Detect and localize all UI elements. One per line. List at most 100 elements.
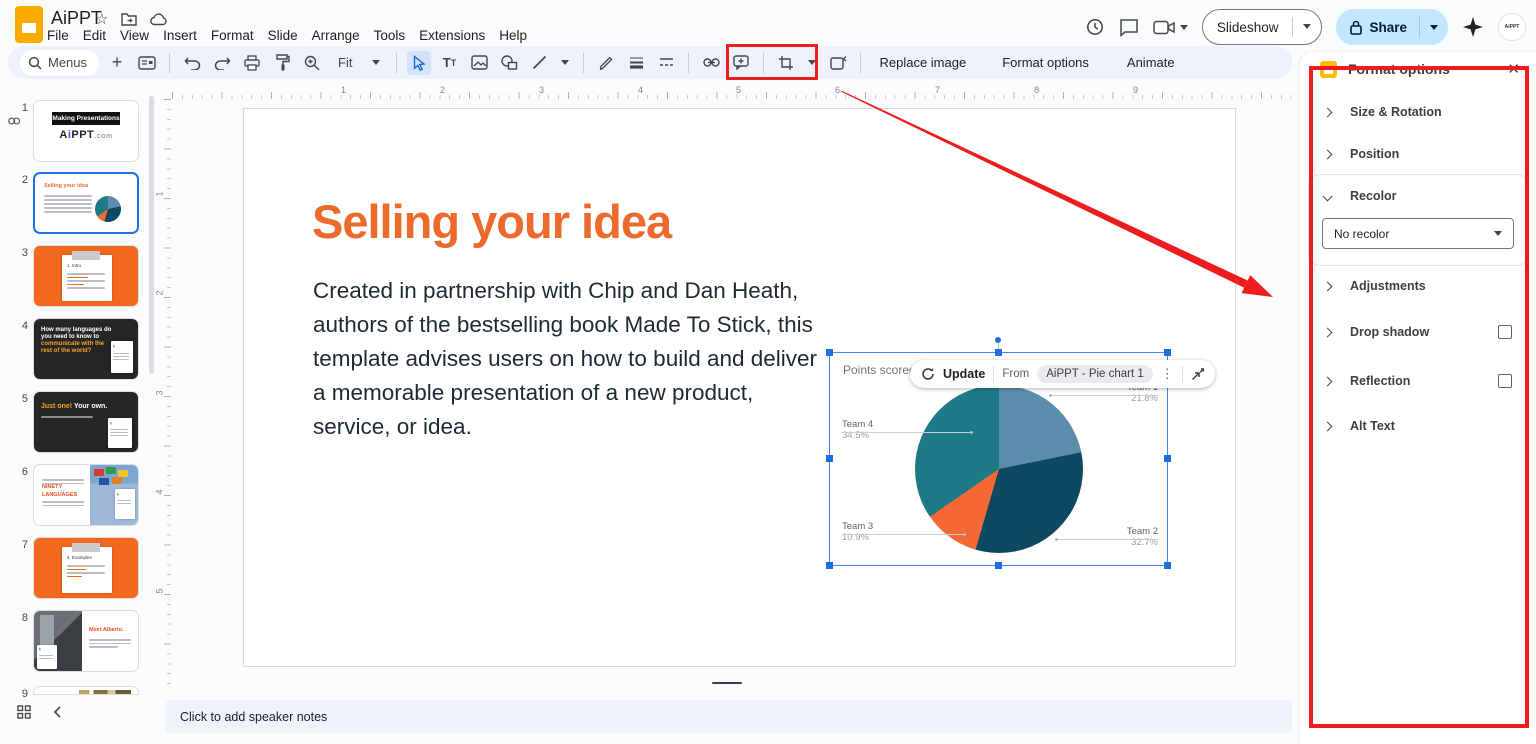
filmstrip-scrollbar[interactable]: [149, 96, 154, 374]
slide-thumbnail-2-selected[interactable]: Selling your idea: [33, 172, 139, 234]
slide-thumbnail-9[interactable]: [33, 686, 139, 695]
panel-section-recolor[interactable]: Recolor: [1300, 176, 1536, 216]
pie-label-team2: Team 2 32.7%: [1126, 526, 1158, 548]
border-weight-button[interactable]: [624, 51, 648, 75]
animate-button[interactable]: Animate: [1119, 51, 1183, 74]
insert-line-button[interactable]: [527, 51, 551, 75]
resize-handle-sw[interactable]: [826, 562, 833, 569]
resize-handle-nw[interactable]: [826, 349, 833, 356]
meet-caret-icon[interactable]: [1179, 24, 1188, 30]
panel-section-drop-shadow[interactable]: Drop shadow: [1300, 312, 1536, 352]
panel-section-reflection[interactable]: Reflection: [1300, 361, 1536, 401]
resize-handle-se[interactable]: [1164, 562, 1171, 569]
panel-close-icon[interactable]: ✕: [1507, 60, 1520, 78]
menus-search-button[interactable]: Menus: [20, 49, 100, 76]
insert-shape-button[interactable]: [497, 51, 521, 75]
menu-view[interactable]: View: [113, 25, 156, 46]
crop-image-button[interactable]: [774, 51, 798, 75]
paint-format-button[interactable]: [270, 51, 294, 75]
select-tool-button[interactable]: [407, 50, 432, 75]
slide-thumbnail-4[interactable]: How many languages do you need to know t…: [33, 318, 139, 380]
insert-link-button[interactable]: [699, 51, 723, 75]
replace-image-button[interactable]: Replace image: [871, 51, 974, 74]
gemini-sparkle-icon[interactable]: [1462, 16, 1484, 38]
mask-image-caret-icon[interactable]: [808, 60, 817, 65]
menu-file[interactable]: File: [40, 25, 76, 46]
drop-shadow-checkbox[interactable]: [1498, 325, 1512, 339]
notes-resize-handle[interactable]: [712, 682, 742, 684]
resize-handle-n[interactable]: [995, 349, 1002, 356]
undo-button[interactable]: [180, 51, 204, 75]
version-history-icon[interactable]: [1085, 17, 1105, 37]
menu-edit[interactable]: Edit: [76, 25, 113, 46]
embedded-pie-chart[interactable]: Points scored Team 1 21.8% Team 2 32.7% …: [826, 337, 1215, 569]
format-options-button[interactable]: Format options: [994, 51, 1097, 74]
new-slide-button[interactable]: +: [105, 51, 129, 75]
slides-logo[interactable]: [15, 6, 43, 43]
chart-update-button[interactable]: Update: [943, 367, 985, 381]
slide-title-text[interactable]: Selling your idea: [312, 194, 672, 249]
speaker-notes-input[interactable]: Click to add speaker notes: [166, 700, 1292, 733]
menu-slide[interactable]: Slide: [261, 25, 305, 46]
menu-insert[interactable]: Insert: [156, 25, 204, 46]
chart-more-menu-icon[interactable]: ⋮: [1161, 366, 1174, 382]
panel-section-size-rotation[interactable]: Size & Rotation: [1300, 92, 1536, 132]
pie-chart-graphic[interactable]: [915, 385, 1083, 553]
reflection-checkbox[interactable]: [1498, 374, 1512, 388]
print-button[interactable]: [240, 51, 264, 75]
slide-thumbnail-3[interactable]: 1. Intro: [33, 245, 139, 307]
slide-canvas-area: 1 2 3 4 5 6 7 8 9 1 2 3 4 5 Selling your…: [155, 85, 1300, 695]
slide-layout-button[interactable]: [135, 51, 159, 75]
recolor-dropdown[interactable]: No recolor: [1322, 218, 1514, 249]
refresh-icon[interactable]: [921, 367, 935, 381]
slide-number: 8: [21, 612, 28, 624]
slide-body-text[interactable]: Created in partnership with Chip and Dan…: [313, 274, 817, 444]
panel-section-position[interactable]: Position: [1300, 134, 1536, 174]
account-avatar[interactable]: AiPPT: [1498, 13, 1526, 41]
menu-format[interactable]: Format: [204, 25, 261, 46]
zoom-fit-select[interactable]: Fit: [330, 51, 360, 74]
chart-source-chip[interactable]: AiPPT - Pie chart 1: [1037, 365, 1153, 383]
menu-bar: File Edit View Insert Format Slide Arran…: [40, 25, 534, 46]
menu-tools[interactable]: Tools: [367, 25, 413, 46]
text-box-button[interactable]: TT: [437, 51, 461, 75]
zoom-button[interactable]: [300, 51, 324, 75]
slide-thumbnail-6[interactable]: NINETY LANGUAGES ▮: [33, 464, 139, 526]
slideshow-caret[interactable]: [1292, 16, 1321, 38]
share-button[interactable]: Share: [1336, 9, 1419, 45]
slide-thumbnail-1[interactable]: Making Presentations AiPPT.com: [33, 100, 139, 162]
slide-thumbnail-8[interactable]: ▮ Meet Alberto.: [33, 610, 139, 672]
menu-extensions[interactable]: Extensions: [412, 25, 492, 46]
slideshow-button[interactable]: Slideshow: [1203, 10, 1293, 44]
thumb5-accent-text: Just one!: [41, 403, 73, 410]
resize-handle-e[interactable]: [1164, 455, 1171, 462]
format-options-icon: [1320, 60, 1337, 78]
cloud-status-icon[interactable]: [150, 12, 168, 26]
collapse-filmstrip-icon[interactable]: [53, 706, 61, 718]
reset-image-button[interactable]: [826, 51, 850, 75]
grid-view-icon[interactable]: [17, 705, 31, 719]
redo-button[interactable]: [210, 51, 234, 75]
fit-caret-icon[interactable]: [372, 60, 381, 65]
border-color-button[interactable]: [594, 51, 618, 75]
menu-arrange[interactable]: Arrange: [305, 25, 367, 46]
slide-thumbnail-5[interactable]: Just one! Your own. ▮: [33, 391, 139, 453]
add-comment-button[interactable]: [729, 51, 753, 75]
border-dash-button[interactable]: [654, 51, 678, 75]
insert-image-button[interactable]: [467, 51, 491, 75]
move-folder-icon[interactable]: [121, 12, 138, 26]
resize-handle-ne[interactable]: [1164, 349, 1171, 356]
line-caret-icon[interactable]: [561, 60, 570, 65]
resize-handle-s[interactable]: [995, 562, 1002, 569]
unlink-chart-icon[interactable]: [1191, 367, 1204, 381]
thumb6-flags-image: ▮: [90, 465, 138, 525]
menu-help[interactable]: Help: [492, 25, 534, 46]
resize-handle-w[interactable]: [826, 455, 833, 462]
panel-section-alt-text[interactable]: Alt Text: [1300, 406, 1536, 446]
slide-thumbnail-7[interactable]: 4. Examples: [33, 537, 139, 599]
share-caret[interactable]: [1419, 16, 1448, 38]
rotation-handle[interactable]: [995, 337, 1001, 343]
panel-section-adjustments[interactable]: Adjustments: [1300, 266, 1536, 306]
meet-camera-icon[interactable]: [1153, 20, 1188, 35]
comments-icon[interactable]: [1119, 18, 1139, 37]
